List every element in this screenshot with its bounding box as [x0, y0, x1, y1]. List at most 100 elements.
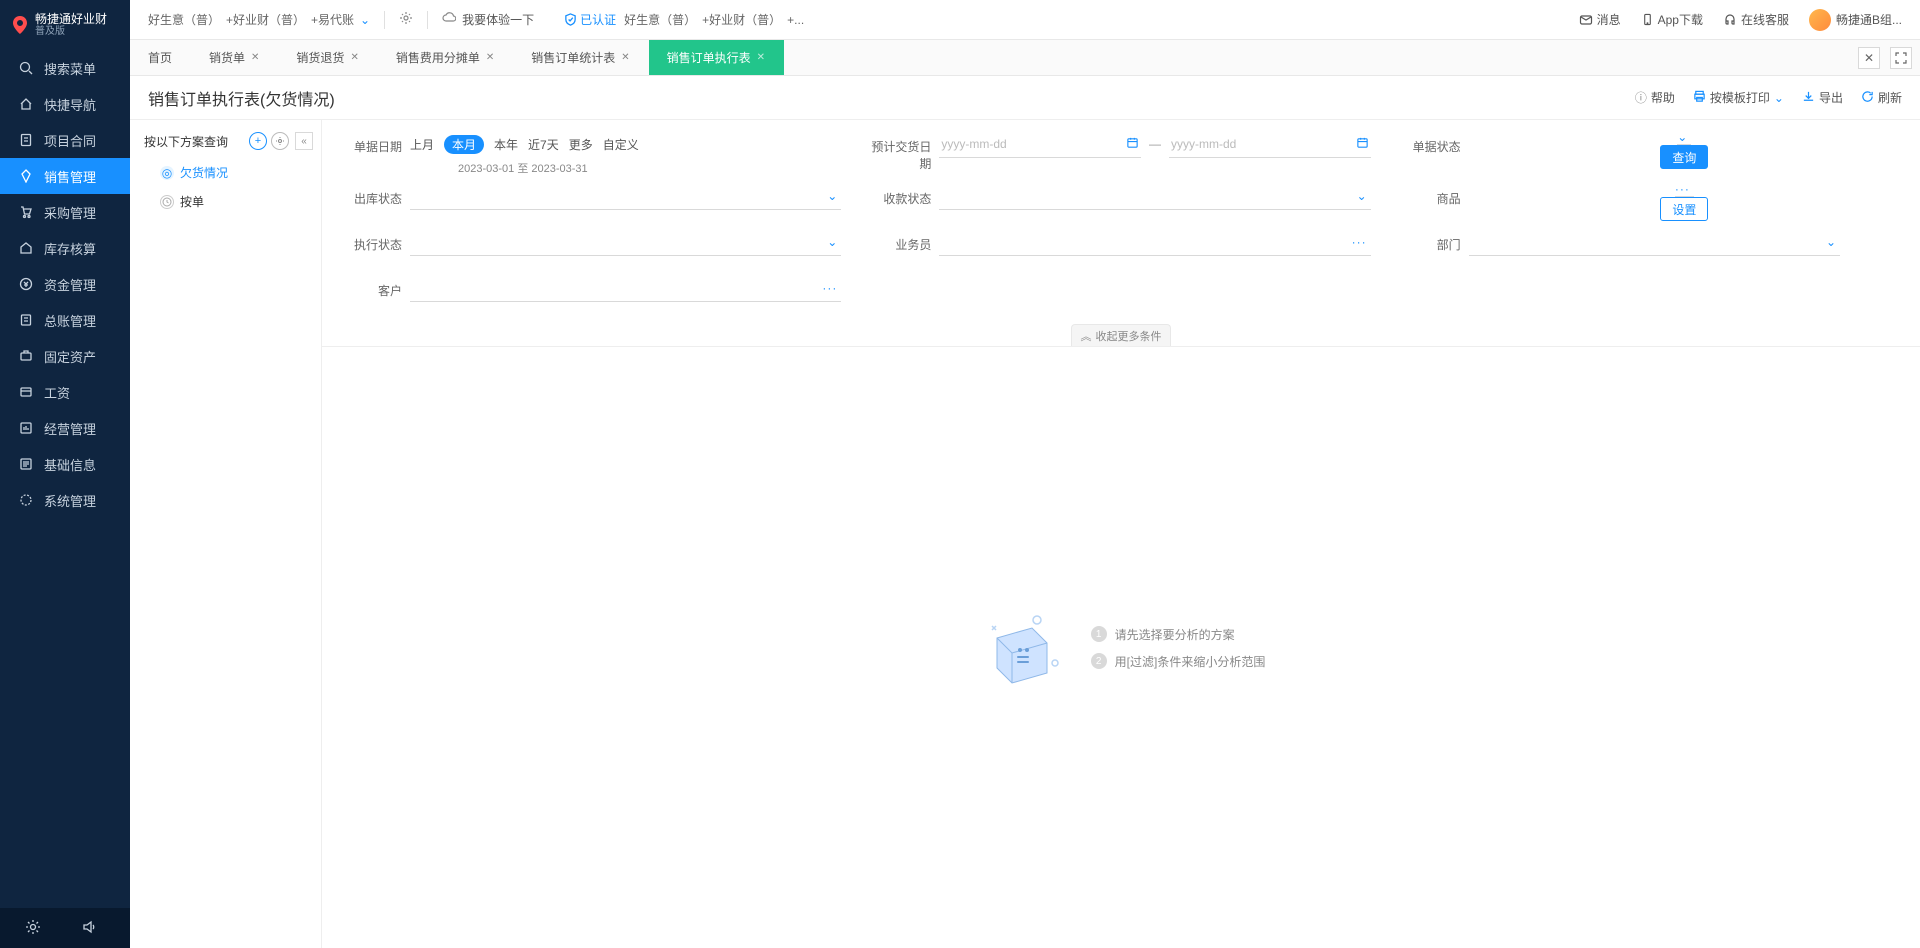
export-icon — [1802, 90, 1815, 106]
sound-icon[interactable] — [81, 919, 97, 938]
filter-salesman: 业务员 ··· — [861, 228, 1370, 268]
chevron-down-icon: ⌄ — [1677, 130, 1687, 144]
sidebar-item-stock[interactable]: 库存核算 — [0, 230, 130, 266]
fullscreen-button[interactable] — [1890, 47, 1912, 69]
sidebar-item-salary[interactable]: 工资 — [0, 374, 130, 410]
gear-icon[interactable] — [399, 11, 413, 28]
app-download-link[interactable]: App下载 — [1641, 11, 1703, 28]
sidebar-footer — [0, 908, 130, 948]
sidebar-item-info[interactable]: 基础信息 — [0, 446, 130, 482]
sidebar-item-label: 搜索菜单 — [44, 59, 96, 78]
bill-status-select[interactable]: ⌄ — [1677, 130, 1691, 145]
chevron-down-icon: ⌄ — [827, 235, 837, 249]
chip-this-year[interactable]: 本年 — [494, 136, 518, 153]
sidebar-item-quicknav[interactable]: 快捷导航 — [0, 86, 130, 122]
chevron-down-icon: ⌄ — [360, 13, 370, 27]
print-link[interactable]: 按模板打印⌄ — [1693, 89, 1784, 106]
close-icon[interactable]: ✕ — [251, 52, 259, 63]
out-status-select[interactable]: ⌄ — [410, 182, 841, 210]
close-icon[interactable]: ✕ — [757, 52, 765, 63]
print-icon — [1693, 90, 1706, 106]
more-icon: ··· — [1352, 235, 1367, 249]
sidebar-item-label: 项目合同 — [44, 131, 96, 150]
collapse-panel-button[interactable]: « — [295, 132, 313, 150]
date-to-input[interactable]: yyyy-mm-dd — [1169, 130, 1371, 158]
sidebar-item-label: 工资 — [44, 383, 70, 402]
user-menu[interactable]: 畅捷通B组... — [1809, 9, 1902, 31]
sidebar-item-label: 系统管理 — [44, 491, 96, 510]
filter-product-row: 商品 ··· 设置 — [1391, 182, 1900, 222]
setting-button[interactable]: 设置 — [1660, 197, 1708, 221]
brand-icon — [10, 15, 30, 35]
date-from-input[interactable]: yyyy-mm-dd — [939, 130, 1141, 158]
asset-icon — [18, 348, 34, 364]
collapse-conditions-button[interactable]: ︽ 收起更多条件 — [1071, 324, 1171, 346]
product-select[interactable]: ··· — [1675, 182, 1694, 197]
tab-sales-expense[interactable]: 销售费用分摊单✕ — [378, 40, 513, 75]
add-scheme-button[interactable]: + — [249, 132, 267, 150]
chip-custom[interactable]: 自定义 — [603, 136, 639, 153]
sidebar-item-purchase[interactable]: 采购管理 — [0, 194, 130, 230]
filter-receipt-status: 收款状态 ⌄ — [861, 182, 1370, 222]
exec-status-select[interactable]: ⌄ — [410, 228, 841, 256]
tab-sales-exec[interactable]: 销售订单执行表✕ — [649, 40, 784, 75]
chevron-down-icon: ⌄ — [827, 189, 837, 203]
tab-sales-order[interactable]: 销货单✕ — [191, 40, 278, 75]
sidebar-item-label: 快捷导航 — [44, 95, 96, 114]
scheme-item-backorder[interactable]: ◎ 欠货情况 — [130, 158, 321, 187]
sidebar-item-fund[interactable]: 资金管理 — [0, 266, 130, 302]
chip-last-month[interactable]: 上月 — [410, 136, 434, 153]
query-button[interactable]: 查询 — [1660, 145, 1708, 169]
verified-badge: 已认证 — [564, 11, 616, 28]
tab-sales-stat[interactable]: 销售订单统计表✕ — [513, 40, 648, 75]
sidebar-item-mgmt[interactable]: 经营管理 — [0, 410, 130, 446]
filter-exec-status: 执行状态 ⌄ — [332, 228, 841, 268]
trial-link[interactable]: 我要体验一下 — [442, 11, 534, 28]
close-all-tabs-button[interactable]: ✕ — [1858, 47, 1880, 69]
empty-step-1: 1请先选择要分析的方案 — [1091, 626, 1266, 643]
chip-this-month[interactable]: 本月 — [444, 135, 484, 154]
scheme-item-byorder[interactable]: 按单 — [130, 187, 321, 216]
close-icon[interactable]: ✕ — [621, 52, 629, 63]
sidebar-item-ledger[interactable]: 总账管理 — [0, 302, 130, 338]
phone-icon — [1641, 13, 1654, 26]
sidebar-item-search[interactable]: 搜索菜单 — [0, 50, 130, 86]
filter-area: 单据日期 上月 本月 本年 近7天 更多 自定义 2023-03-01 至 20… — [322, 120, 1920, 948]
salesman-select[interactable]: ··· — [939, 228, 1370, 256]
sidebar-item-asset[interactable]: 固定资产 — [0, 338, 130, 374]
close-icon[interactable]: ✕ — [486, 52, 494, 63]
divider — [384, 11, 385, 29]
customer-service-link[interactable]: 在线客服 — [1723, 11, 1789, 28]
tab-sales-return[interactable]: 销货退货✕ — [278, 40, 377, 75]
home-icon — [18, 96, 34, 112]
target-icon: ◎ — [160, 166, 174, 180]
scheme-settings-button[interactable] — [271, 132, 289, 150]
chip-more[interactable]: 更多 — [569, 136, 593, 153]
product-combo[interactable]: 好生意（普） +好业财（普） +易代账 ⌄ — [148, 11, 370, 28]
customer-select[interactable]: ··· — [410, 274, 841, 302]
dept-select[interactable]: ⌄ — [1469, 228, 1840, 256]
chip-last7[interactable]: 近7天 — [528, 136, 559, 153]
refresh-link[interactable]: 刷新 — [1861, 89, 1902, 106]
divider — [427, 11, 428, 29]
message-icon — [1579, 13, 1593, 27]
sidebar-item-sales[interactable]: 销售管理 — [0, 158, 130, 194]
export-link[interactable]: 导出 — [1802, 89, 1843, 106]
book-icon — [18, 312, 34, 328]
title-row: 销售订单执行表(欠货情况) ⓘ帮助 按模板打印⌄ 导出 刷新 — [130, 76, 1920, 120]
sidebar-item-label: 基础信息 — [44, 455, 96, 474]
receipt-status-select[interactable]: ⌄ — [939, 182, 1370, 210]
tabs: 首页 销货单✕ 销货退货✕ 销售费用分摊单✕ 销售订单统计表✕ 销售订单执行表✕… — [130, 40, 1920, 76]
sidebar-item-project[interactable]: 项目合同 — [0, 122, 130, 158]
close-icon[interactable]: ✕ — [350, 52, 358, 63]
tab-home[interactable]: 首页 — [130, 40, 191, 75]
sidebar-item-sys[interactable]: 系统管理 — [0, 482, 130, 518]
diamond-icon — [18, 168, 34, 184]
messages-link[interactable]: 消息 — [1579, 11, 1621, 28]
cloud-icon — [442, 11, 456, 28]
brand-edition: 普及版 — [35, 26, 107, 37]
gear-icon[interactable] — [25, 919, 41, 938]
sidebar-item-label: 采购管理 — [44, 203, 96, 222]
product-combo-2[interactable]: 好生意（普） +好业财（普） +... — [624, 11, 804, 28]
help-link[interactable]: ⓘ帮助 — [1635, 89, 1675, 106]
